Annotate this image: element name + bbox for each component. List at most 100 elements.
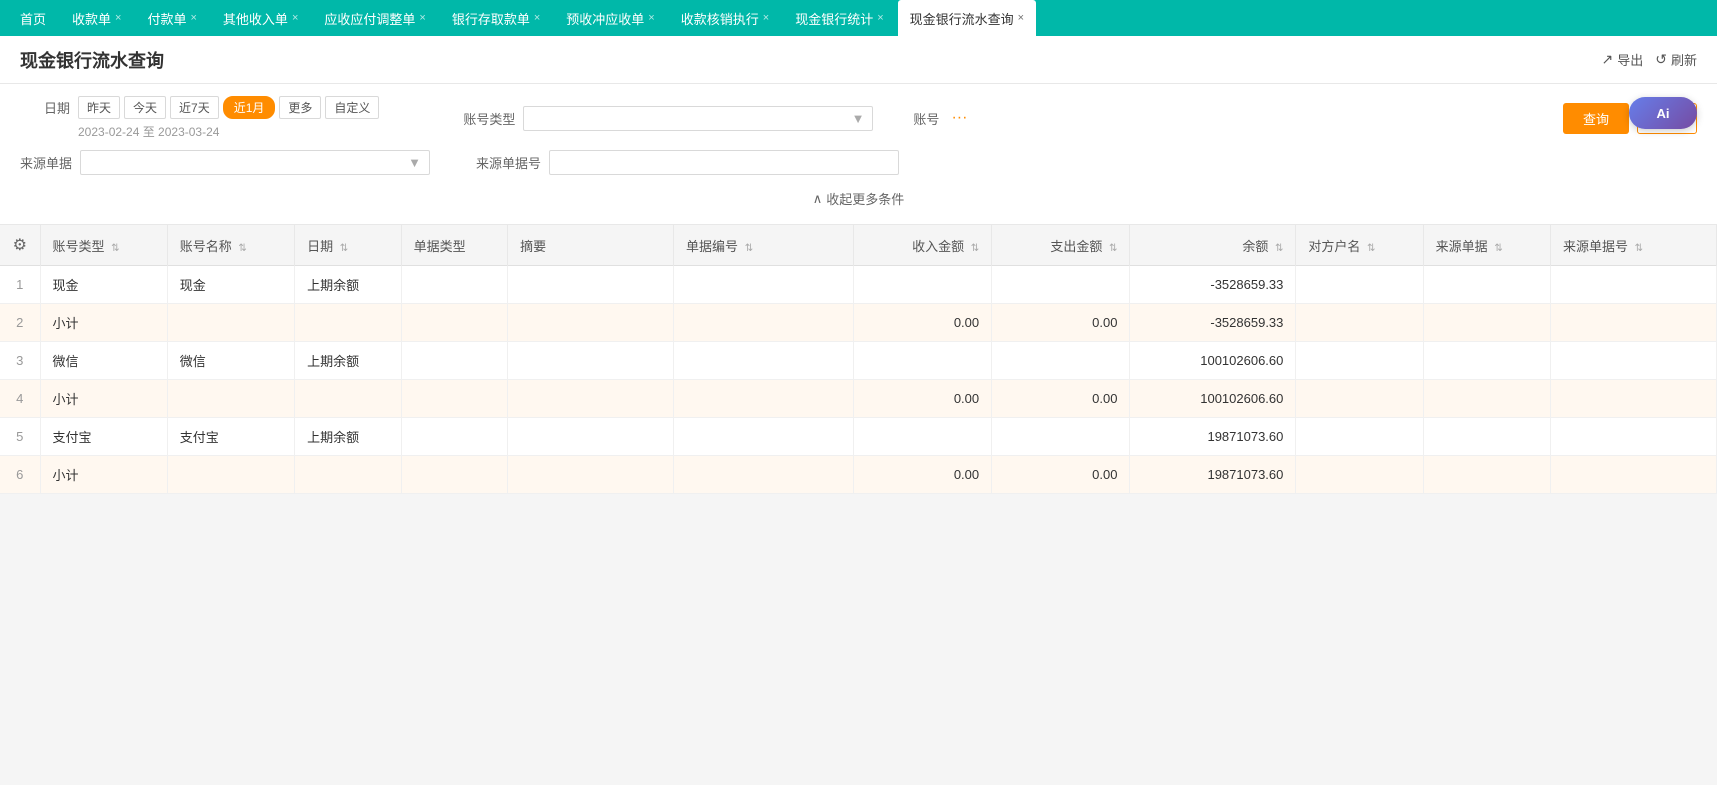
cell-summary [508,342,674,380]
cell-income: 0.00 [853,456,991,494]
nav-tab-0-close[interactable]: × [115,12,121,24]
cell-balance: 19871073.60 [1130,418,1296,456]
date-btn-more[interactable]: 更多 [279,96,321,119]
col-expense[interactable]: 支出金额 ⇅ [992,225,1130,266]
nav-tab-4-label: 银行存取款单 [452,9,530,28]
cell-counterparty [1296,380,1423,418]
cell-account-type: 小计 [40,380,167,418]
col-source-doc[interactable]: 来源单据 ⇅ [1423,225,1550,266]
nav-tab-6-label: 收款核销执行 [681,9,759,28]
col-expense-label: 支出金额 [1050,239,1102,254]
query-button[interactable]: 查询 [1563,103,1629,134]
nav-home[interactable]: 首页 [8,0,58,36]
cell-doc-no [674,418,854,456]
col-source-doc-no[interactable]: 来源单据号 ⇅ [1550,225,1716,266]
nav-tab-8-close[interactable]: × [1018,12,1024,24]
cell-source-doc-no [1550,342,1716,380]
nav-tab-7-close[interactable]: × [877,12,883,24]
top-nav: 首页 收款单 × 付款单 × 其他收入单 × 应收应付调整单 × 银行存取款单 … [0,0,1717,36]
cell-income: 0.00 [853,380,991,418]
cell-source-doc [1423,456,1550,494]
cell-source-doc [1423,266,1550,304]
nav-tab-8-label: 现金银行流水查询 [910,9,1014,28]
nav-tab-8[interactable]: 现金银行流水查询 × [898,0,1036,36]
cell-doc-type [401,266,508,304]
cell-source-doc-no [1550,456,1716,494]
nav-tab-4[interactable]: 银行存取款单 × [440,0,552,36]
nav-tab-1[interactable]: 付款单 × [135,0,208,36]
nav-tab-3[interactable]: 应收应付调整单 × [312,0,437,36]
table-row[interactable]: 5支付宝支付宝上期余额19871073.60 [0,418,1717,456]
col-balance[interactable]: 余额 ⇅ [1130,225,1296,266]
nav-tab-6[interactable]: 收款核销执行 × [669,0,781,36]
page-title: 现金银行流水查询 [20,47,164,73]
cell-doc-type [401,418,508,456]
table-row[interactable]: 6小计0.000.0019871073.60 [0,456,1717,494]
cell-source-doc [1423,418,1550,456]
table-row[interactable]: 2小计0.000.00-3528659.33 [0,304,1717,342]
source-doc-select[interactable]: ▼ [80,150,430,175]
date-filter-group: 日期 昨天 今天 近7天 近1月 更多 自定义 2023-02-24 至 202… [20,96,379,140]
nav-tab-2-close[interactable]: × [292,12,298,24]
col-summary[interactable]: 摘要 [508,225,674,266]
cell-source-doc-no [1550,380,1716,418]
cell-doc-type [401,304,508,342]
ai-assistant-button[interactable]: Ai [1629,97,1697,129]
col-account-type[interactable]: 账号类型 ⇅ [40,225,167,266]
cell-counterparty [1296,342,1423,380]
nav-tab-6-close[interactable]: × [763,12,769,24]
account-ellipsis-button[interactable]: ··· [947,105,971,131]
date-btn-7days[interactable]: 近7天 [170,96,219,119]
sort-icon-date: ⇅ [340,243,348,254]
account-type-select[interactable]: ▼ [523,106,873,131]
col-counterparty[interactable]: 对方户名 ⇅ [1296,225,1423,266]
date-btn-yesterday[interactable]: 昨天 [78,96,120,119]
nav-tab-4-close[interactable]: × [534,12,540,24]
export-label: 导出 [1617,50,1643,69]
cell-counterparty [1296,418,1423,456]
table-settings-icon[interactable]: ⚙ [13,237,27,254]
table-row[interactable]: 3微信微信上期余额100102606.60 [0,342,1717,380]
date-btn-today[interactable]: 今天 [124,96,166,119]
col-date-label: 日期 [307,239,333,254]
col-income[interactable]: 收入金额 ⇅ [853,225,991,266]
nav-tab-0[interactable]: 收款单 × [60,0,133,36]
table-row[interactable]: 4小计0.000.00100102606.60 [0,380,1717,418]
refresh-icon: ↺ [1655,51,1667,68]
filter-area: 日期 昨天 今天 近7天 近1月 更多 自定义 2023-02-24 至 202… [0,84,1717,225]
sort-icon-account-type: ⇅ [111,243,119,254]
table-row[interactable]: 1现金现金上期余额-3528659.33 [0,266,1717,304]
collapse-button[interactable]: ∧ 收起更多条件 [813,189,905,208]
collapse-row: ∧ 收起更多条件 [20,185,1697,212]
date-btn-1month[interactable]: 近1月 [223,96,276,119]
nav-tab-7[interactable]: 现金银行统计 × [783,0,895,36]
source-doc-no-input[interactable] [549,150,899,175]
account-type-label: 账号类型 [455,109,515,128]
export-icon: ↗ [1602,51,1614,68]
nav-tab-5-close[interactable]: × [648,12,654,24]
col-account-name[interactable]: 账号名称 ⇅ [167,225,294,266]
nav-tab-1-close[interactable]: × [190,12,196,24]
table-body: 1现金现金上期余额-3528659.332小计0.000.00-3528659.… [0,266,1717,494]
row-index: 4 [0,380,40,418]
nav-tab-3-close[interactable]: × [419,12,425,24]
refresh-button[interactable]: ↺ 刷新 [1655,50,1697,69]
nav-tab-5[interactable]: 预收冲应收单 × [554,0,666,36]
collapse-up-icon: ∧ [813,191,823,207]
date-btn-custom[interactable]: 自定义 [325,96,379,119]
cell-expense [992,342,1130,380]
ai-label: Ai [1657,106,1670,121]
cell-doc-type [401,456,508,494]
sort-icon-account-name: ⇅ [238,243,246,254]
filter-row-2: 来源单据 ▼ 来源单据号 [20,150,1697,175]
col-doc-type[interactable]: 单据类型 [401,225,508,266]
cell-balance: -3528659.33 [1130,266,1296,304]
col-settings[interactable]: ⚙ [0,225,40,266]
cell-income [853,266,991,304]
date-range-text: 2023-02-24 至 2023-03-24 [78,125,219,139]
nav-tab-2[interactable]: 其他收入单 × [211,0,310,36]
col-doc-no[interactable]: 单据编号 ⇅ [674,225,854,266]
export-button[interactable]: ↗ 导出 [1602,50,1644,69]
col-date[interactable]: 日期 ⇅ [295,225,402,266]
cell-account-name [167,304,294,342]
